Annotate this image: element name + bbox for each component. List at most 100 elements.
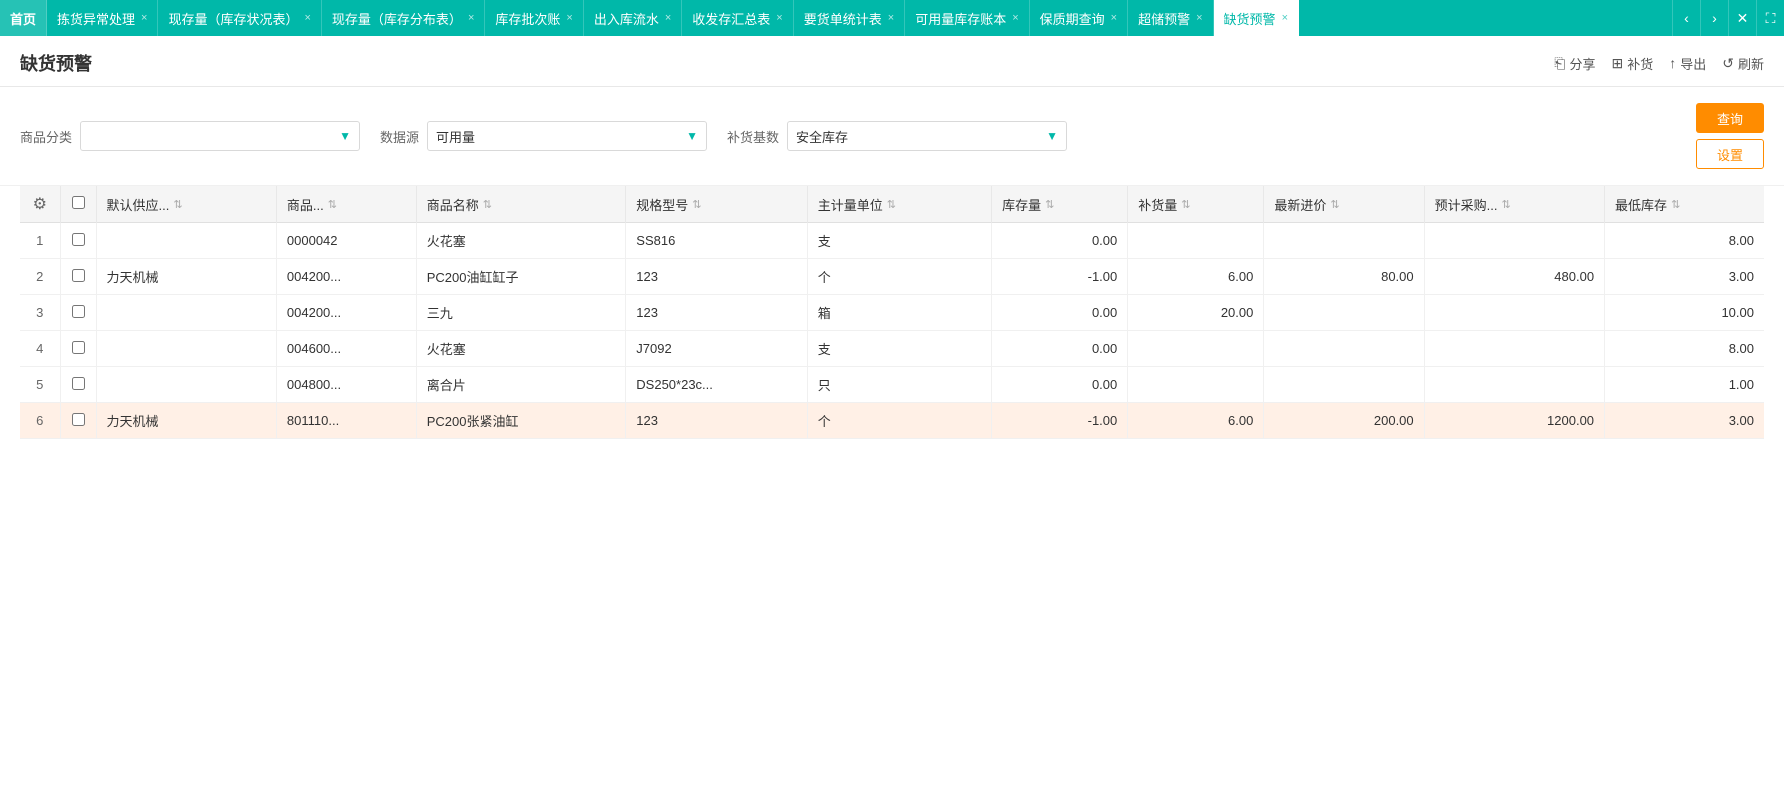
nav-tab-batch-account[interactable]: 库存批次账 ×: [485, 0, 583, 36]
select-all-checkbox[interactable]: [72, 196, 85, 209]
close-tab-available-ledger[interactable]: ×: [1012, 12, 1018, 24]
sort-icon-goods-code[interactable]: ⇅: [328, 198, 337, 211]
cell-replenish-qty: [1128, 331, 1264, 367]
refresh-button[interactable]: ↺ 刷新: [1722, 54, 1764, 73]
nav-tab-inout-flow[interactable]: 出入库流水 ×: [584, 0, 682, 36]
sort-icon-replenish-qty[interactable]: ⇅: [1181, 198, 1190, 211]
nav-next-button[interactable]: ›: [1700, 0, 1728, 36]
sort-icon-spec[interactable]: ⇅: [692, 198, 701, 211]
cell-unit: 箱: [807, 295, 991, 331]
sort-icon-default-supplier[interactable]: ⇅: [173, 198, 182, 211]
cell-goods-code: 004200...: [276, 259, 416, 295]
filter-actions: 查询 设置: [1696, 103, 1764, 169]
sort-icon-latest-price[interactable]: ⇅: [1330, 198, 1339, 211]
nav-tab-defect-handling[interactable]: 拣货异常处理 ×: [47, 0, 158, 36]
nav-tab-recv-summary[interactable]: 收发存汇总表 ×: [682, 0, 793, 36]
sort-icon-est-purchase[interactable]: ⇅: [1501, 198, 1510, 211]
nav-fullscreen-button[interactable]: ⛶: [1756, 0, 1784, 36]
cell-default-supplier: 力天机械: [96, 259, 276, 295]
cell-spec: 123: [626, 295, 807, 331]
cell-goods-code: 004200...: [276, 295, 416, 331]
nav-tab-shortage-warning[interactable]: 缺货预警 ×: [1214, 0, 1299, 36]
table-row: 4 004600... 火花塞 J7092 支 0.00 8.00: [20, 331, 1764, 367]
export-button[interactable]: ↑ 导出: [1669, 54, 1706, 73]
data-table: ⚙ 默认供应... ⇅: [20, 186, 1764, 439]
cell-latest-price: 200.00: [1264, 403, 1424, 439]
row-checkbox[interactable]: [72, 413, 85, 426]
cell-unit: 个: [807, 259, 991, 295]
cell-default-supplier: [96, 367, 276, 403]
row-checkbox[interactable]: [72, 341, 85, 354]
nav-tab-inventory-status[interactable]: 现存量（库存状况表） ×: [158, 0, 321, 36]
cell-checkbox[interactable]: [60, 331, 96, 367]
category-select[interactable]: ▼: [80, 121, 360, 151]
th-spec: 规格型号 ⇅: [626, 186, 807, 223]
replenish-base-select[interactable]: 安全库存 ▼: [787, 121, 1067, 151]
sort-icon-goods-name[interactable]: ⇅: [483, 198, 492, 211]
nav-tab-home[interactable]: 首页: [0, 0, 47, 36]
th-min-stock: 最低库存 ⇅: [1605, 186, 1764, 223]
cell-default-supplier: [96, 223, 276, 259]
close-tab-inout-flow[interactable]: ×: [665, 12, 671, 24]
datasource-filter-group: 数据源 可用量 ▼: [380, 121, 707, 151]
nav-prev-button[interactable]: ‹: [1672, 0, 1700, 36]
close-tab-expiry-query[interactable]: ×: [1111, 12, 1117, 24]
row-checkbox[interactable]: [72, 233, 85, 246]
cell-est-purchase: [1424, 331, 1604, 367]
replenish-base-value: 安全库存: [796, 127, 848, 146]
gear-settings-icon[interactable]: ⚙: [33, 194, 47, 214]
close-tab-shortage-warning[interactable]: ×: [1282, 12, 1288, 24]
cell-est-purchase: [1424, 295, 1604, 331]
cell-latest-price: 80.00: [1264, 259, 1424, 295]
cell-goods-code: 801110...: [276, 403, 416, 439]
cell-checkbox[interactable]: [60, 223, 96, 259]
replenish-base-label: 补货基数: [727, 127, 779, 146]
cell-spec: J7092: [626, 331, 807, 367]
close-tab-order-stats[interactable]: ×: [888, 12, 894, 24]
th-default-supplier-label: 默认供应...: [107, 195, 170, 214]
cell-checkbox[interactable]: [60, 295, 96, 331]
nav-tab-expiry-query[interactable]: 保质期查询 ×: [1030, 0, 1128, 36]
sort-icon-stock-qty[interactable]: ⇅: [1045, 198, 1054, 211]
close-tab-recv-summary[interactable]: ×: [776, 12, 782, 24]
cell-checkbox[interactable]: [60, 367, 96, 403]
row-checkbox[interactable]: [72, 305, 85, 318]
cell-default-supplier: [96, 295, 276, 331]
nav-tab-inventory-dist[interactable]: 现存量（库存分布表） ×: [322, 0, 485, 36]
th-goods-code-label: 商品...: [287, 195, 324, 214]
cell-checkbox[interactable]: [60, 403, 96, 439]
th-latest-price-label: 最新进价: [1274, 195, 1326, 214]
cell-default-supplier: [96, 331, 276, 367]
cell-row-num: 1: [20, 223, 60, 259]
datasource-select[interactable]: 可用量 ▼: [427, 121, 707, 151]
close-tab-batch-account[interactable]: ×: [566, 12, 572, 24]
close-tab-defect-handling[interactable]: ×: [141, 12, 147, 24]
table-row: 3 004200... 三九 123 箱 0.00 20.00 10.00: [20, 295, 1764, 331]
nav-close-button[interactable]: ✕: [1728, 0, 1756, 36]
th-spec-label: 规格型号: [636, 195, 688, 214]
replenish-base-dropdown-icon: ▼: [1046, 129, 1058, 143]
close-tab-inventory-dist[interactable]: ×: [468, 12, 474, 24]
close-tab-inventory-status[interactable]: ×: [304, 12, 310, 24]
close-tab-overstock-warning[interactable]: ×: [1196, 12, 1202, 24]
sort-icon-unit[interactable]: ⇅: [887, 198, 896, 211]
cell-goods-name: 火花塞: [416, 223, 626, 259]
row-checkbox[interactable]: [72, 269, 85, 282]
settings-button[interactable]: 设置: [1696, 139, 1764, 169]
row-checkbox[interactable]: [72, 377, 85, 390]
table-row: 5 004800... 离合片 DS250*23c... 只 0.00 1.00: [20, 367, 1764, 403]
nav-tab-order-stats[interactable]: 要货单统计表 ×: [794, 0, 905, 36]
table-row: 1 0000042 火花塞 SS816 支 0.00 8.00: [20, 223, 1764, 259]
replenish-button[interactable]: ⊞ 补货: [1611, 54, 1653, 73]
sort-icon-min-stock[interactable]: ⇅: [1671, 198, 1680, 211]
cell-checkbox[interactable]: [60, 259, 96, 295]
cell-default-supplier: 力天机械: [96, 403, 276, 439]
nav-tab-overstock-warning[interactable]: 超储预警 ×: [1128, 0, 1213, 36]
share-button[interactable]: ⎗ 分享: [1554, 54, 1595, 73]
cell-row-num: 4: [20, 331, 60, 367]
share-icon: ⎗: [1554, 55, 1565, 72]
query-button[interactable]: 查询: [1696, 103, 1764, 133]
th-goods-code: 商品... ⇅: [276, 186, 416, 223]
cell-replenish-qty: [1128, 367, 1264, 403]
nav-tab-available-ledger[interactable]: 可用量库存账本 ×: [905, 0, 1029, 36]
